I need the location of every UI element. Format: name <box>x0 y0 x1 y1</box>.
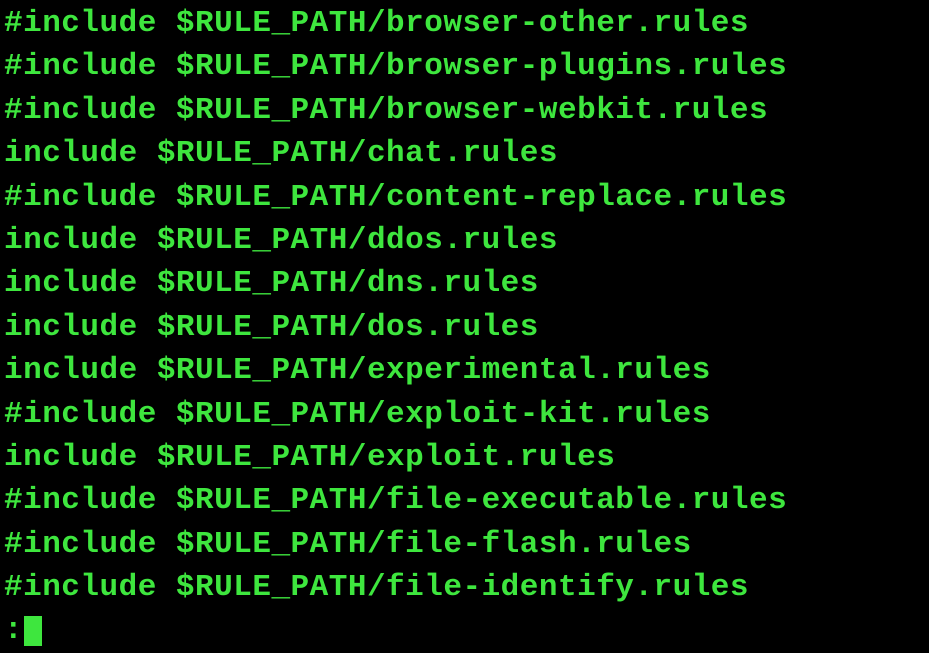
config-line: include $RULE_PATH/dos.rules <box>4 306 929 349</box>
config-line: include $RULE_PATH/ddos.rules <box>4 219 929 262</box>
config-line: #include $RULE_PATH/content-replace.rule… <box>4 176 929 219</box>
terminal-content: #include $RULE_PATH/browser-other.rules … <box>4 2 929 653</box>
config-line: #include $RULE_PATH/exploit-kit.rules <box>4 393 929 436</box>
config-line: #include $RULE_PATH/file-executable.rule… <box>4 479 929 522</box>
config-line: #include $RULE_PATH/browser-plugins.rule… <box>4 45 929 88</box>
config-line: include $RULE_PATH/experimental.rules <box>4 349 929 392</box>
config-line: #include $RULE_PATH/file-flash.rules <box>4 523 929 566</box>
cursor-icon <box>24 616 42 646</box>
prompt-colon: : <box>4 609 23 652</box>
command-prompt-line[interactable]: : <box>4 609 929 652</box>
config-line: #include $RULE_PATH/file-identify.rules <box>4 566 929 609</box>
config-line: include $RULE_PATH/dns.rules <box>4 262 929 305</box>
config-line: #include $RULE_PATH/browser-other.rules <box>4 2 929 45</box>
config-line: include $RULE_PATH/exploit.rules <box>4 436 929 479</box>
config-line: include $RULE_PATH/chat.rules <box>4 132 929 175</box>
config-line: #include $RULE_PATH/browser-webkit.rules <box>4 89 929 132</box>
